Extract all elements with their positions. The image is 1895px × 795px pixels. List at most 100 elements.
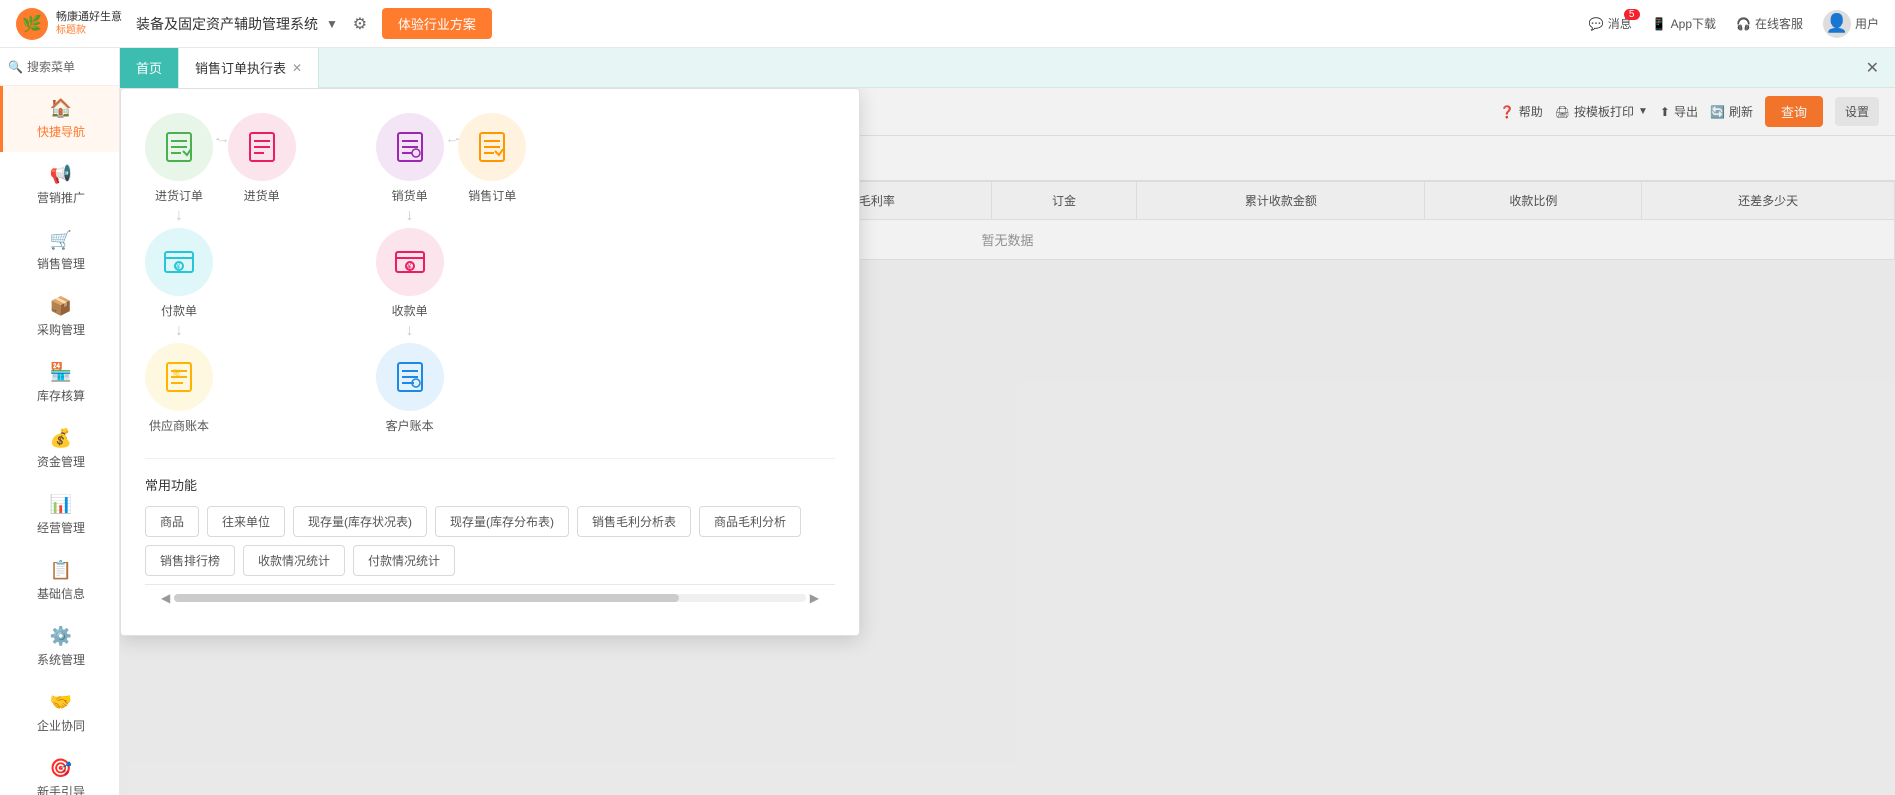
sales-icon: 🛒 (50, 230, 72, 251)
system-icon: ⚙️ (50, 626, 72, 647)
tab-sales-order-exec-label: 销售订单执行表 (195, 58, 286, 77)
node-sales-order[interactable]: 销售订单 (458, 113, 526, 204)
system-dropdown-btn[interactable]: ▼ (326, 17, 338, 31)
tab-close-main-icon[interactable]: ✕ (1850, 58, 1895, 78)
supplier-account-label: 供应商账本 (149, 417, 209, 434)
logo-area: 🌿 畅康通好生意 标题款 (16, 8, 136, 40)
message-badge: 5 (1624, 9, 1640, 20)
user-label: 用户 (1855, 15, 1879, 32)
sidebar-item-purchase[interactable]: 📦 采购管理 (0, 284, 119, 350)
sales-bill-circle (376, 113, 444, 181)
sidebar-search[interactable]: 🔍 搜索菜单 (0, 48, 119, 86)
header-right: 💬 5 消息 📱 App下载 🎧 在线客服 👤 用户 (1589, 10, 1879, 38)
func-btn-current-stock-dist[interactable]: 现存量(库存分布表) (435, 506, 569, 537)
tab-home-label: 首页 (136, 58, 162, 77)
arrow-down-4: ↓ (406, 323, 414, 339)
sidebar-item-sales[interactable]: 🛒 销售管理 (0, 218, 119, 284)
svg-text:¥: ¥ (406, 262, 412, 271)
tab-close-icon[interactable]: ✕ (292, 61, 302, 75)
app-download-label: App下载 (1671, 15, 1716, 32)
sidebar-item-label: 基础信息 (37, 585, 85, 602)
logo-icon: 🌿 (16, 8, 48, 40)
func-buttons-row1: 商品 往来单位 现存量(库存状况表) 现存量(库存分布表) 销售毛利分析表 商品… (145, 506, 835, 537)
finance-icon: 💰 (50, 428, 72, 449)
top-header: 🌿 畅康通好生意 标题款 装备及固定资产辅助管理系统 ▼ ⚙ 体验行业方案 💬 … (0, 0, 1895, 48)
sidebar-item-enterprise[interactable]: 🤝 企业协同 (0, 680, 119, 746)
modal-overlay[interactable]: 进货订单 ↓ ¥ (120, 88, 1895, 795)
func-title: 常用功能 (145, 475, 835, 494)
logo-text: 畅康通好生意 标题款 (56, 10, 122, 37)
message-icon: 💬 (1589, 17, 1604, 31)
sidebar-item-label: 系统管理 (37, 651, 85, 668)
scroll-indicator: ◀ ▶ (145, 584, 835, 611)
purchase-bill-circle (228, 113, 296, 181)
func-btn-current-stock-status[interactable]: 现存量(库存状况表) (293, 506, 427, 537)
sidebar-item-basic-info[interactable]: 📋 基础信息 (0, 548, 119, 614)
node-customer-account[interactable]: 客户账本 (376, 343, 444, 434)
workflow-area: 进货订单 ↓ ¥ (145, 113, 835, 434)
payment-bill-circle: ¥ (145, 228, 213, 296)
sidebar-item-label: 采购管理 (37, 321, 85, 338)
sidebar: 🔍 搜索菜单 🏠 快捷导航 📢 营销推广 🛒 销售管理 📦 采购管理 🏪 库存核… (0, 48, 120, 795)
purchase-icon: 📦 (50, 296, 72, 317)
app-download-item[interactable]: 📱 App下载 (1652, 15, 1716, 32)
func-btn-counterparty[interactable]: 往来单位 (207, 506, 285, 537)
scroll-left-arrow[interactable]: ◀ (161, 591, 170, 605)
purchase-order-circle (145, 113, 213, 181)
node-supplier-account[interactable]: 账 供应商账本 (145, 343, 213, 434)
payment-bill-label: 付款单 (161, 302, 197, 319)
guide-icon: 🎯 (50, 758, 72, 779)
customer-account-label: 客户账本 (386, 417, 434, 434)
scroll-track[interactable] (174, 594, 806, 602)
online-service-item[interactable]: 🎧 在线客服 (1736, 15, 1803, 32)
modal-box: 进货订单 ↓ ¥ (120, 88, 860, 636)
func-btn-collection-stats[interactable]: 收款情况统计 (243, 545, 345, 576)
gear-icon[interactable]: ⚙ (346, 10, 374, 38)
sidebar-item-marketing[interactable]: 📢 营销推广 (0, 152, 119, 218)
func-buttons-row2: 销售排行榜 收款情况统计 付款情况统计 (145, 545, 835, 576)
svg-text:账: 账 (173, 368, 180, 377)
search-label: 搜索菜单 (27, 58, 75, 75)
func-btn-sales-gross-analysis[interactable]: 销售毛利分析表 (577, 506, 691, 537)
sidebar-item-quick-nav[interactable]: 🏠 快捷导航 (0, 86, 119, 152)
sidebar-item-label: 企业协同 (37, 717, 85, 734)
sidebar-item-operations[interactable]: 📊 经营管理 (0, 482, 119, 548)
func-btn-product-gross-analysis[interactable]: 商品毛利分析 (699, 506, 801, 537)
tab-home[interactable]: 首页 (120, 48, 179, 88)
node-payment-bill[interactable]: ¥ 付款单 (145, 228, 213, 319)
tab-bar: 首页 销售订单执行表 ✕ ✕ (120, 48, 1895, 88)
sidebar-item-system[interactable]: ⚙️ 系统管理 (0, 614, 119, 680)
basic-info-icon: 📋 (50, 560, 72, 581)
customer-account-circle (376, 343, 444, 411)
user-avatar: 👤 (1823, 10, 1851, 38)
node-receipt-bill[interactable]: ¥ 收款单 (376, 228, 444, 319)
message-item[interactable]: 💬 5 消息 (1589, 15, 1632, 32)
trial-button[interactable]: 体验行业方案 (382, 8, 492, 39)
sales-bill-label: 销货单 (392, 187, 428, 204)
node-sales-bill[interactable]: 销货单 (376, 113, 444, 204)
quick-nav-icon: 🏠 (50, 98, 72, 119)
func-btn-product[interactable]: 商品 (145, 506, 199, 537)
sales-order-circle (458, 113, 526, 181)
sidebar-item-inventory[interactable]: 🏪 库存核算 (0, 350, 119, 416)
content-area: 首页 销售订单执行表 ✕ ✕ ❓ 帮助 🖨 按模板打印 ▼ (120, 48, 1895, 795)
node-purchase-order[interactable]: 进货订单 (145, 113, 213, 204)
sidebar-item-guide[interactable]: 🎯 新手引导 (0, 746, 119, 795)
func-btn-payment-stats[interactable]: 付款情况统计 (353, 545, 455, 576)
receipt-bill-circle: ¥ (376, 228, 444, 296)
search-icon: 🔍 (8, 60, 23, 74)
scroll-right-arrow[interactable]: ▶ (810, 591, 819, 605)
user-item[interactable]: 👤 用户 (1823, 10, 1879, 38)
sales-order-label: 销售订单 (468, 187, 516, 204)
func-btn-sales-rank[interactable]: 销售排行榜 (145, 545, 235, 576)
tab-sales-order-exec[interactable]: 销售订单执行表 ✕ (179, 48, 319, 88)
app-icon: 📱 (1652, 17, 1667, 31)
svg-text:¥: ¥ (175, 262, 181, 271)
operations-icon: 📊 (50, 494, 72, 515)
supplier-account-circle: 账 (145, 343, 213, 411)
receipt-bill-label: 收款单 (392, 302, 428, 319)
node-purchase-bill[interactable]: 进货单 (228, 113, 296, 204)
sidebar-item-finance[interactable]: 💰 资金管理 (0, 416, 119, 482)
common-func: 常用功能 商品 往来单位 现存量(库存状况表) 现存量(库存分布表) 销售毛利分… (145, 458, 835, 576)
service-icon: 🎧 (1736, 17, 1751, 31)
